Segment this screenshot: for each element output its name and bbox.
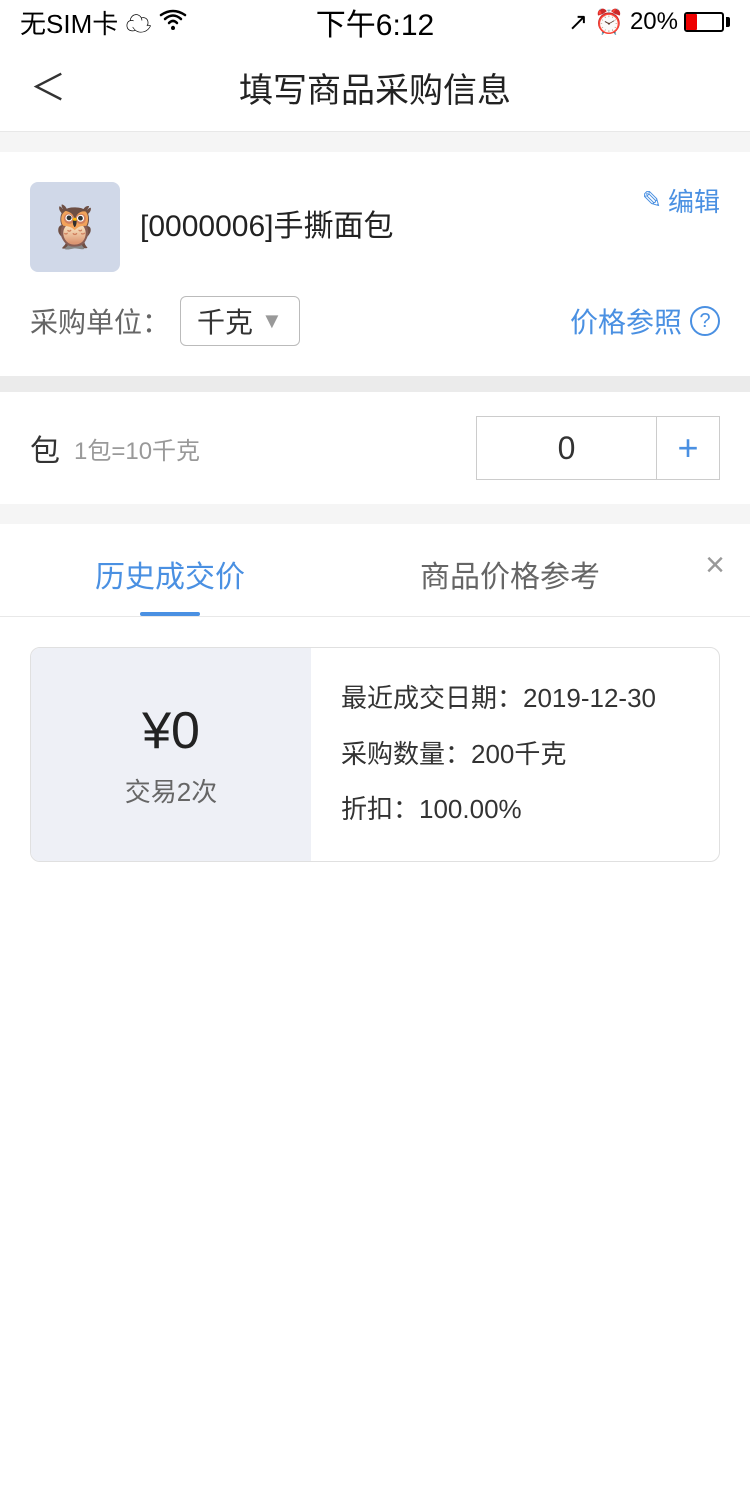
qty-label: 采购数量： <box>341 739 471 769</box>
page-title: 填写商品采购信息 <box>239 63 511 112</box>
unit-label: 采购单位： <box>30 301 170 341</box>
tabs-header: 历史成交价 商品价格参考 × <box>0 524 750 617</box>
tabs-close-button[interactable]: × <box>680 546 750 595</box>
edit-label: 编辑 <box>668 182 720 219</box>
product-header: 🦉 [0000006]手撕面包 ✎ 编辑 <box>30 182 720 272</box>
help-icon: ? <box>690 306 720 336</box>
transaction-right: 最近成交日期：2019-12-30 采购数量：200千克 折扣：100.00% <box>311 648 719 861</box>
status-left: 无SIM卡 ☁ <box>20 4 187 41</box>
quantity-left: 包 1包=10千克 <box>30 426 200 470</box>
discount-value: 100.00% <box>419 794 522 824</box>
help-text: ? <box>699 310 710 333</box>
product-card: 🦉 [0000006]手撕面包 ✎ 编辑 采购单位： 千克 ▼ 价格参照 ? <box>0 152 750 376</box>
quantity-unit-badge: 包 <box>30 426 60 470</box>
transaction-left: ¥0 交易2次 <box>31 648 311 861</box>
date-label: 最近成交日期： <box>341 683 523 713</box>
discount-label: 折扣： <box>341 794 419 824</box>
product-name: [0000006]手撕面包 <box>140 206 393 248</box>
qty-value: 200千克 <box>471 739 566 769</box>
main-content-bg <box>0 902 750 1502</box>
plus-icon: + <box>677 427 698 469</box>
status-bar: 无SIM卡 ☁ 下午6:12 ↗ ⏰ 20% <box>0 0 750 44</box>
battery-percent: 20% <box>630 8 678 36</box>
plus-button[interactable]: + <box>656 416 720 480</box>
unit-select[interactable]: 千克 ▼ <box>180 296 300 346</box>
nav-header: ＜ 填写商品采购信息 <box>0 44 750 132</box>
quantity-unit-hint: 1包=10千克 <box>74 431 200 466</box>
close-icon: × <box>705 546 725 585</box>
transaction-qty: 采购数量：200千克 <box>341 734 689 776</box>
battery-indicator <box>684 12 730 32</box>
quantity-input[interactable] <box>476 416 656 480</box>
quantity-input-group: + <box>476 416 720 480</box>
price-ref-button[interactable]: 价格参照 ? <box>570 301 720 341</box>
tab-active-indicator <box>140 612 200 616</box>
price-ref-label: 价格参照 <box>570 301 682 341</box>
edit-icon: ✎ <box>642 186 662 215</box>
status-time: 下午6:12 <box>316 0 434 44</box>
tab-product-price-ref[interactable]: 商品价格参考 <box>340 524 680 616</box>
unit-value: 千克 <box>197 301 253 341</box>
transaction-date: 最近成交日期：2019-12-30 <box>341 678 689 720</box>
product-left: 🦉 [0000006]手撕面包 <box>30 182 393 272</box>
section-divider <box>0 376 750 392</box>
transaction-card: ¥0 交易2次 最近成交日期：2019-12-30 采购数量：200千克 折扣：… <box>30 647 720 862</box>
wifi-icon <box>159 7 187 38</box>
status-right: ↗ ⏰ 20% <box>568 8 730 37</box>
transaction-count: 交易2次 <box>125 772 217 809</box>
alarm-icon: ⏰ <box>594 8 624 37</box>
quantity-row: 包 1包=10千克 + <box>0 392 750 504</box>
dropdown-arrow-icon: ▼ <box>261 308 283 334</box>
date-value: 2019-12-30 <box>523 683 656 713</box>
tab2-label: 商品价格参考 <box>420 561 600 594</box>
tabs-content: ¥0 交易2次 最近成交日期：2019-12-30 采购数量：200千克 折扣：… <box>0 617 750 902</box>
product-avatar: 🦉 <box>30 182 120 272</box>
back-button[interactable]: ＜ <box>30 70 66 106</box>
edit-button[interactable]: ✎ 编辑 <box>642 182 720 219</box>
product-logo-icon: 🦉 <box>49 203 101 252</box>
carrier-text: 无SIM卡 ☁ <box>20 4 151 41</box>
tabs-section: 历史成交价 商品价格参考 × ¥0 交易2次 最近成交日期：2019-12-30… <box>0 524 750 902</box>
transaction-price: ¥0 <box>142 700 200 762</box>
transaction-discount: 折扣：100.00% <box>341 789 689 831</box>
product-unit-row: 采购单位： 千克 ▼ 价格参照 ? <box>30 296 720 346</box>
tab1-label: 历史成交价 <box>95 561 245 594</box>
location-icon: ↗ <box>568 8 588 37</box>
tab-history-price[interactable]: 历史成交价 <box>0 524 340 616</box>
